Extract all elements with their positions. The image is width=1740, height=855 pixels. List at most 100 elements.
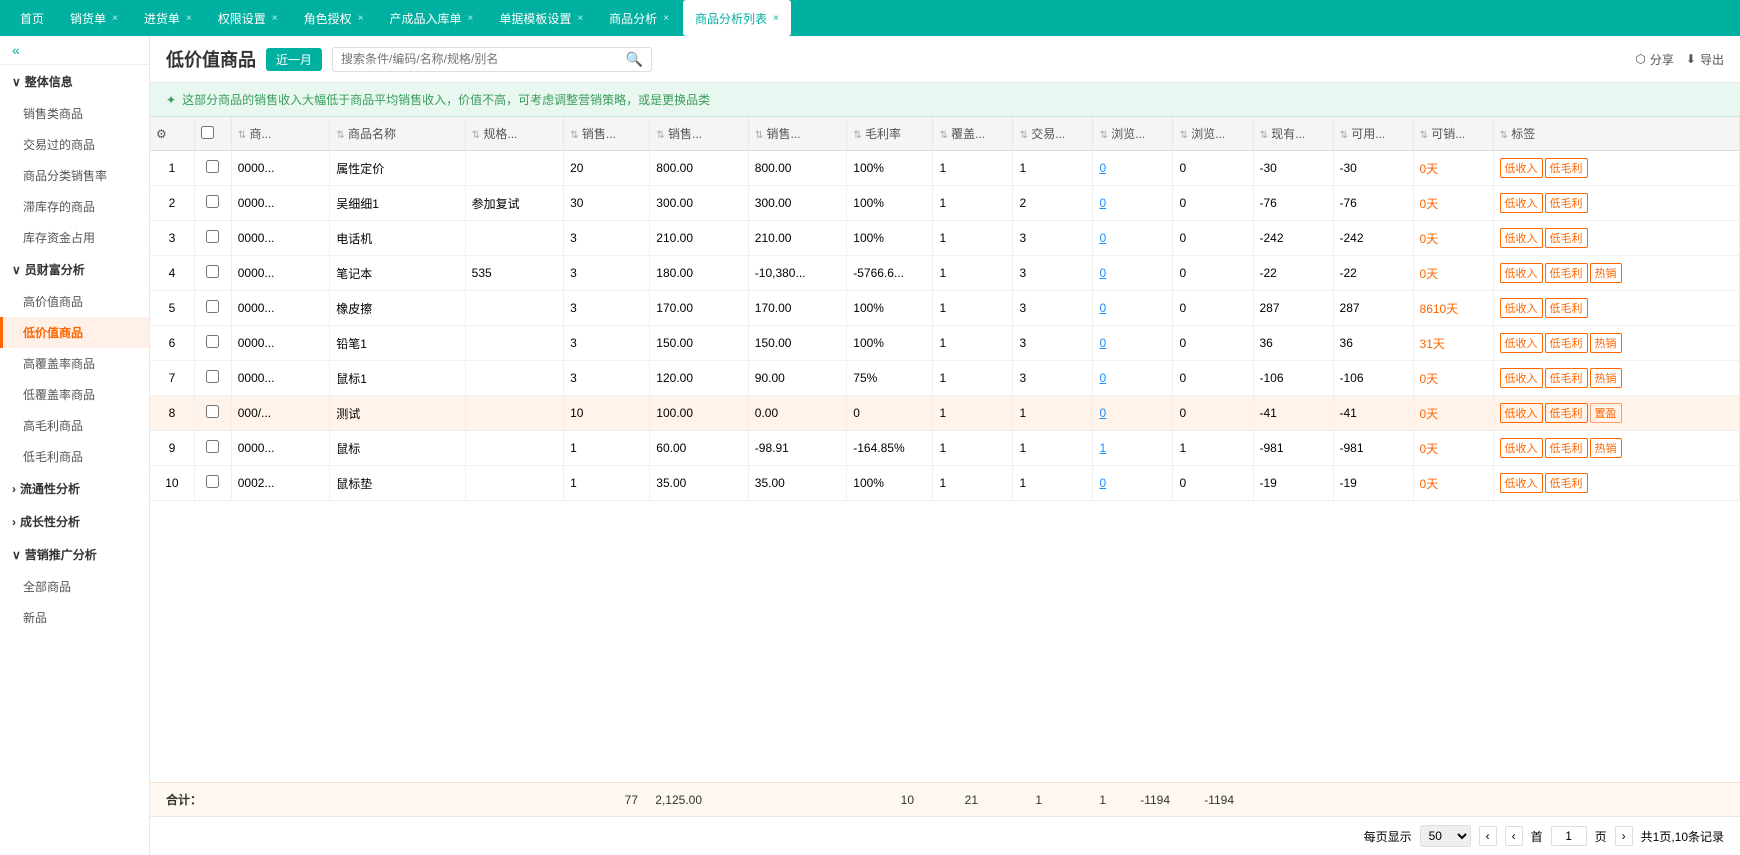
nav-role-auth[interactable]: 角色授权 × (292, 0, 376, 36)
close-icon[interactable]: × (773, 13, 779, 24)
row-checkbox[interactable] (194, 396, 231, 431)
row-browse1[interactable]: 0 (1093, 186, 1173, 221)
row-checkbox[interactable] (194, 186, 231, 221)
nav-sales-order[interactable]: 销货单 × (58, 0, 130, 36)
close-icon[interactable]: × (272, 13, 278, 24)
stock-col-header[interactable]: ⇅ 现有... (1253, 117, 1333, 151)
gross-rate-col-header[interactable]: ⇅ 毛利率 (847, 117, 933, 151)
nav-product-analysis[interactable]: 商品分析 × (597, 0, 681, 36)
nav-template-settings[interactable]: 单据模板设置 × (487, 0, 595, 36)
share-button[interactable]: ⬡ 分享 (1635, 51, 1674, 68)
table-container[interactable]: ⚙ ⇅ 商... ⇅ 商品名称 ⇅ 规格... ⇅ 销售... ⇅ 销售... … (150, 117, 1740, 782)
sidebar-item-category-sales-rate[interactable]: 商品分类销售率 (0, 160, 149, 191)
sidebar-group-marketing[interactable]: ∨ 营销推广分析 (0, 538, 149, 571)
first-page-button[interactable]: ‹ (1479, 826, 1497, 846)
sidebar-group-financial[interactable]: ∨ 员财富分析 (0, 253, 149, 286)
page-size-select[interactable]: 50 100 200 (1420, 825, 1471, 847)
export-button[interactable]: ⬇ 导出 (1686, 51, 1724, 68)
row-num: 2 (150, 186, 194, 221)
sale-price-col-header[interactable]: ⇅ 销售... (650, 117, 748, 151)
sidebar-item-high-margin[interactable]: 高毛利商品 (0, 410, 149, 441)
nav-product-warehouse[interactable]: 产成品入库单 × (377, 0, 485, 36)
row-checkbox[interactable] (194, 256, 231, 291)
close-icon[interactable]: × (577, 13, 583, 24)
sidebar-collapse-button[interactable]: « (8, 42, 24, 58)
sidebar-item-stock-capital[interactable]: 库存资金占用 (0, 222, 149, 253)
browse1-link[interactable]: 0 (1099, 231, 1106, 245)
browse1-link[interactable]: 0 (1099, 266, 1106, 280)
saleable-col-header[interactable]: ⇅ 可销... (1413, 117, 1493, 151)
browse1-link[interactable]: 0 (1099, 196, 1106, 210)
next-page-button[interactable]: › (1615, 826, 1633, 846)
sidebar-item-high-value[interactable]: 高价值商品 (0, 286, 149, 317)
browse1-link[interactable]: 0 (1099, 161, 1106, 175)
nav-purchase-order[interactable]: 进货单 × (132, 0, 204, 36)
browse1-link[interactable]: 0 (1099, 371, 1106, 385)
check-col-header[interactable] (194, 117, 231, 151)
row-checkbox[interactable] (194, 221, 231, 256)
row-browse1[interactable]: 0 (1093, 256, 1173, 291)
close-icon[interactable]: × (467, 13, 473, 24)
nav-home[interactable]: 首页 (8, 0, 56, 36)
sidebar-item-traded-products[interactable]: 交易过的商品 (0, 129, 149, 160)
sidebar-item-low-coverage[interactable]: 低覆盖率商品 (0, 379, 149, 410)
close-icon[interactable]: × (358, 13, 364, 24)
row-checkbox[interactable] (194, 361, 231, 396)
sidebar-item-high-coverage[interactable]: 高覆盖率商品 (0, 348, 149, 379)
settings-col-header[interactable]: ⚙ (150, 117, 194, 151)
cover-col-header[interactable]: ⇅ 覆盖... (933, 117, 1013, 151)
browse1-col-header[interactable]: ⇅ 浏览... (1093, 117, 1173, 151)
sidebar-item-low-value[interactable]: 低价值商品 (0, 317, 149, 348)
sidebar-group-circulation[interactable]: › 流通性分析 (0, 472, 149, 505)
close-icon[interactable]: × (663, 13, 669, 24)
tags-col-header[interactable]: ⇅ 标签 (1493, 117, 1739, 151)
sidebar-group-overall[interactable]: ∨ 整体信息 (0, 65, 149, 98)
row-checkbox[interactable] (194, 291, 231, 326)
browse1-link[interactable]: 0 (1099, 476, 1106, 490)
row-checkbox[interactable] (194, 326, 231, 361)
row-browse1[interactable]: 0 (1093, 466, 1173, 501)
row-browse1[interactable]: 1 (1093, 431, 1173, 466)
browse1-link[interactable]: 1 (1099, 441, 1106, 455)
sidebar-item-slow-stock[interactable]: 滞库存的商品 (0, 191, 149, 222)
browse1-link[interactable]: 0 (1099, 406, 1106, 420)
select-all-checkbox[interactable] (201, 126, 214, 139)
search-input[interactable] (341, 52, 626, 66)
row-browse1[interactable]: 0 (1093, 361, 1173, 396)
table-row: 7 0000... 鼠标1 3 120.00 90.00 75% 1 3 0 0… (150, 361, 1740, 396)
browse2-col-header[interactable]: ⇅ 浏览... (1173, 117, 1253, 151)
close-icon[interactable]: × (112, 13, 118, 24)
sidebar-item-new-products[interactable]: 新品 (0, 602, 149, 633)
nav-permission[interactable]: 权限设置 × (206, 0, 290, 36)
name-col-header[interactable]: ⇅ 商品名称 (330, 117, 465, 151)
filter-recent-month-button[interactable]: 近一月 (266, 48, 322, 71)
row-browse1[interactable]: 0 (1093, 151, 1173, 186)
row-browse1[interactable]: 0 (1093, 291, 1173, 326)
row-tags: 低收入低毛利热销 (1493, 326, 1739, 361)
search-icon[interactable]: 🔍 (626, 51, 643, 68)
browse1-link[interactable]: 0 (1099, 301, 1106, 315)
top-navigation: 首页 销货单 × 进货单 × 权限设置 × 角色授权 × 产成品入库单 × 单据… (0, 0, 1740, 36)
avail-col-header[interactable]: ⇅ 可用... (1333, 117, 1413, 151)
row-browse1[interactable]: 0 (1093, 221, 1173, 256)
sale-qty-col-header[interactable]: ⇅ 销售... (564, 117, 650, 151)
trans-col-header[interactable]: ⇅ 交易... (1013, 117, 1093, 151)
row-browse1[interactable]: 0 (1093, 396, 1173, 431)
browse1-link[interactable]: 0 (1099, 336, 1106, 350)
sidebar-item-low-margin[interactable]: 低毛利商品 (0, 441, 149, 472)
prev-page-button[interactable]: ‹ (1505, 826, 1523, 846)
sidebar-item-all-products[interactable]: 全部商品 (0, 571, 149, 602)
code-col-header[interactable]: ⇅ 商... (231, 117, 329, 151)
spec-col-header[interactable]: ⇅ 规格... (465, 117, 563, 151)
row-browse1[interactable]: 0 (1093, 326, 1173, 361)
nav-product-analysis-list[interactable]: 商品分析列表 × (683, 0, 791, 36)
page-number-input[interactable] (1551, 826, 1587, 846)
row-checkbox[interactable] (194, 466, 231, 501)
row-checkbox[interactable] (194, 151, 231, 186)
sidebar-group-growth[interactable]: › 成长性分析 (0, 505, 149, 538)
row-checkbox[interactable] (194, 431, 231, 466)
sidebar-item-sales-products[interactable]: 销售类商品 (0, 98, 149, 129)
tag: 低毛利 (1545, 473, 1588, 493)
close-icon[interactable]: × (186, 13, 192, 24)
sale-amount-col-header[interactable]: ⇅ 销售... (748, 117, 846, 151)
